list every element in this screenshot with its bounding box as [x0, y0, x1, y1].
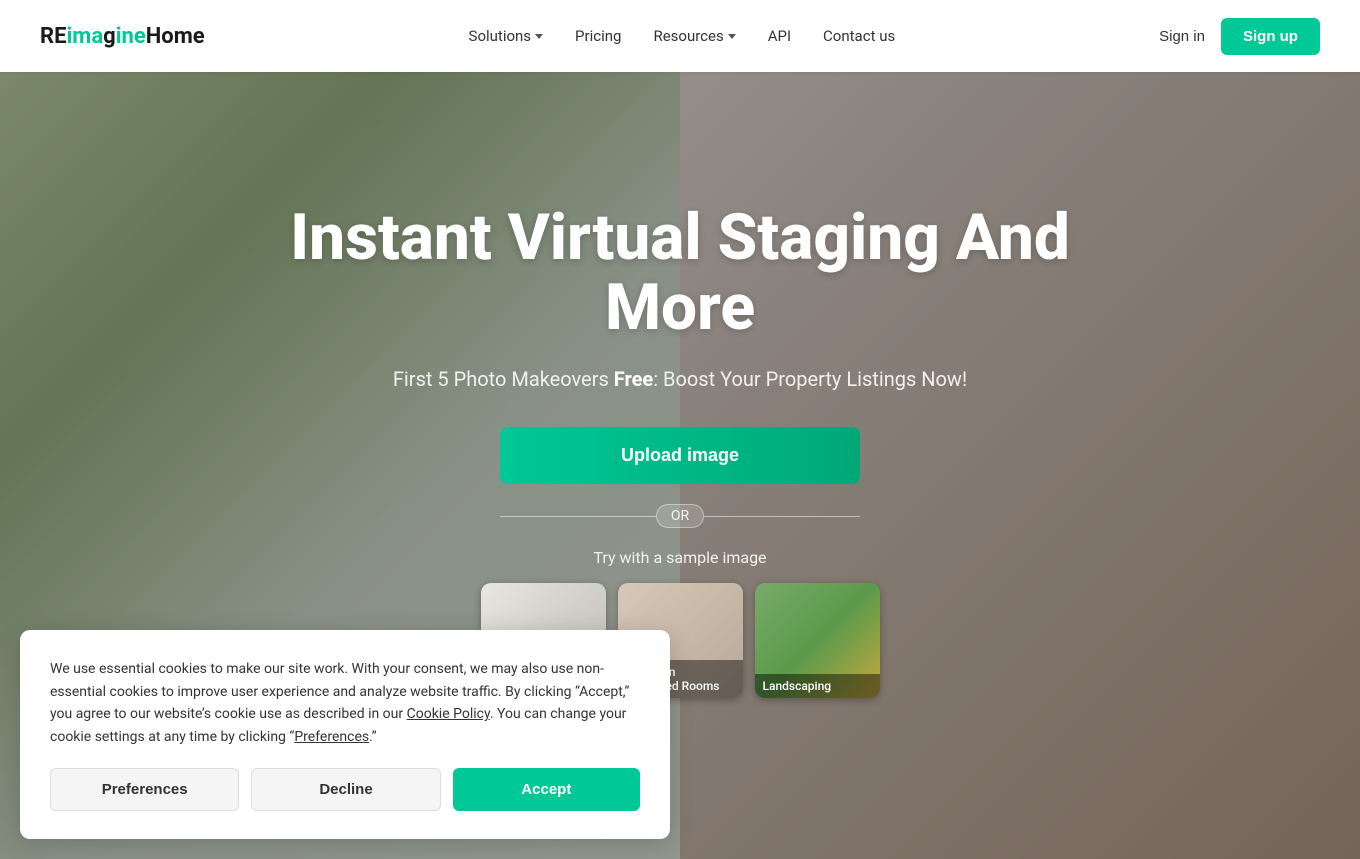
upload-image-button[interactable]: Upload image [500, 427, 860, 484]
subtitle-free: Free [614, 367, 653, 391]
navbar: REimagineHome Solutions Pricing Resource… [0, 0, 1360, 72]
hero-title: Instant Virtual Staging And More [230, 203, 1130, 344]
chevron-down-icon [728, 34, 736, 39]
nav-contact[interactable]: Contact us [823, 27, 895, 45]
hero-subtitle: First 5 Photo Makeovers Free: Boost Your… [393, 367, 967, 391]
or-text: OR [656, 504, 704, 528]
decline-button[interactable]: Decline [251, 768, 440, 811]
hero-content: Instant Virtual Staging And More First 5… [0, 203, 1360, 699]
nav-auth: Sign in Sign up [1159, 18, 1320, 55]
or-line-left [500, 516, 656, 517]
nav-links: Solutions Pricing Resources API Contact … [469, 27, 896, 45]
logo-text: REimagineHome [40, 24, 205, 49]
subtitle-suffix: : Boost Your Property Listings Now! [653, 367, 967, 391]
sample-label: Try with a sample image [593, 548, 766, 567]
cookie-buttons: Preferences Decline Accept [50, 768, 640, 811]
sign-in-button[interactable]: Sign in [1159, 28, 1205, 45]
nav-pricing[interactable]: Pricing [575, 27, 621, 45]
sign-up-button[interactable]: Sign up [1221, 18, 1320, 55]
subtitle-prefix: First 5 Photo Makeovers [393, 367, 614, 391]
sample-image-3[interactable]: Landscaping [755, 583, 880, 698]
nav-solutions[interactable]: Solutions [469, 27, 544, 45]
or-divider: OR [500, 504, 860, 528]
cookie-policy-link[interactable]: Cookie Policy [407, 706, 490, 722]
logo[interactable]: REimagineHome [40, 24, 205, 49]
accept-button[interactable]: Accept [453, 768, 640, 811]
cookie-text: We use essential cookies to make our sit… [50, 658, 640, 748]
chevron-down-icon [535, 34, 543, 39]
nav-api[interactable]: API [768, 27, 791, 45]
cookie-banner: We use essential cookies to make our sit… [20, 630, 670, 839]
sample-card-label-3: Landscaping [755, 674, 880, 698]
or-line-right [704, 516, 860, 517]
cookie-preferences-inline-link[interactable]: Preferences [294, 729, 369, 745]
preferences-button[interactable]: Preferences [50, 768, 239, 811]
nav-resources[interactable]: Resources [653, 27, 735, 45]
